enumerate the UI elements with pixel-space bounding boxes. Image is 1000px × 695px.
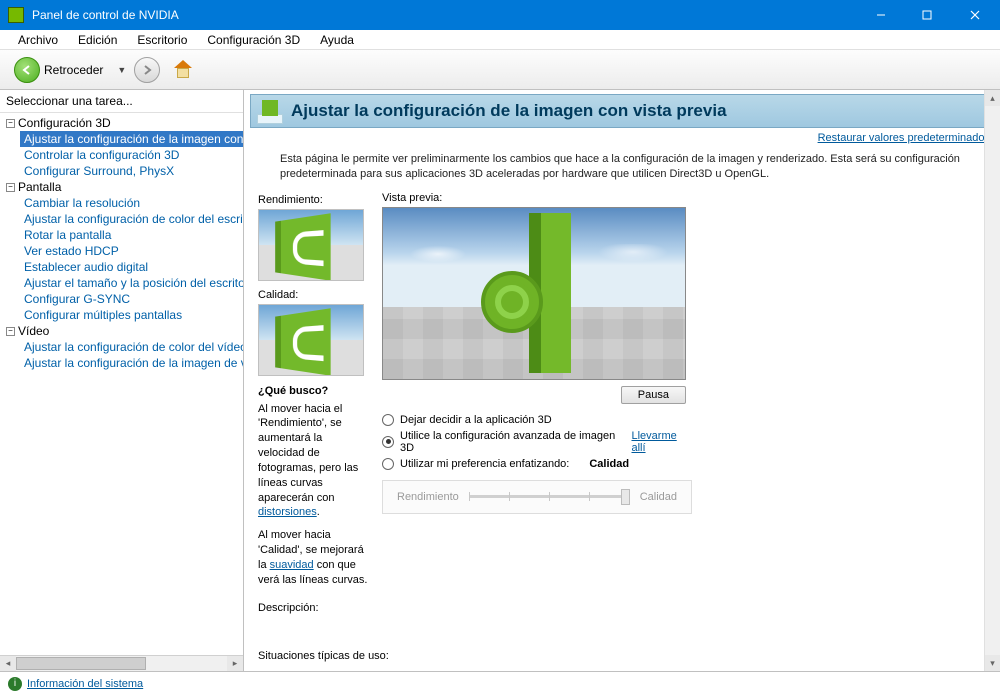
tree-item-adjust-image[interactable]: Ajustar la configuración de la imagen co… <box>20 131 243 147</box>
tree-group-3d: −Configuración 3D Ajustar la configuraci… <box>0 115 243 179</box>
window-controls <box>858 0 1000 30</box>
close-button[interactable] <box>950 0 1000 30</box>
tree-horizontal-scrollbar[interactable]: ◂ ▸ <box>0 655 243 671</box>
tree-item-audio[interactable]: Establecer audio digital <box>20 259 243 275</box>
emphasis-value: Calidad <box>589 458 629 470</box>
quality-slider: Rendimiento Calidad <box>382 480 692 514</box>
menu-archivo[interactable]: Archivo <box>8 31 68 49</box>
task-tree-pane: Seleccionar una tarea... −Configuración … <box>0 90 244 671</box>
tree-item-size-pos[interactable]: Ajustar el tamaño y la posición del escr… <box>20 275 243 291</box>
option-my-preference[interactable]: Utilizar mi preferencia enfatizando: Cal… <box>382 456 692 472</box>
collapse-icon[interactable]: − <box>6 119 15 128</box>
tree-group-video: −Vídeo Ajustar la configuración de color… <box>0 323 243 371</box>
menu-edicion[interactable]: Edición <box>68 31 127 49</box>
tree-group-display: −Pantalla Cambiar la resolución Ajustar … <box>0 179 243 323</box>
titlebar: Panel de control de NVIDIA <box>0 0 1000 30</box>
settings-body: Rendimiento: Calidad: ¿Qué busco? Al mov… <box>250 192 994 588</box>
radio-icon[interactable] <box>382 414 394 426</box>
description-section: Descripción: Situaciones típicas de uso: <box>250 588 994 662</box>
quality-label: Calidad: <box>258 289 368 301</box>
help-text: ¿Qué busco? Al mover hacia el 'Rendimien… <box>258 384 368 588</box>
scroll-track[interactable] <box>16 656 227 671</box>
scroll-thumb[interactable] <box>16 657 146 670</box>
tree-item-rotate[interactable]: Rotar la pantalla <box>20 227 243 243</box>
tree-group-title-display[interactable]: −Pantalla <box>6 179 243 195</box>
take-me-there-link[interactable]: Llevarme allí <box>631 430 692 454</box>
menu-ayuda[interactable]: Ayuda <box>310 31 364 49</box>
option-advanced-3d[interactable]: Utilice la configuración avanzada de ima… <box>382 428 692 456</box>
situations-label: Situaciones típicas de uso: <box>258 650 986 662</box>
content-area: Seleccionar una tarea... −Configuración … <box>0 90 1000 671</box>
help-paragraph-1: Al mover hacia el 'Rendimiento', se aume… <box>258 402 368 521</box>
info-icon: i <box>8 677 22 691</box>
page-title: Ajustar la configuración de la imagen co… <box>291 101 987 121</box>
home-icon <box>174 62 192 78</box>
slider-right-label: Calidad <box>640 491 677 503</box>
back-button[interactable]: Retroceder <box>8 55 109 85</box>
page-header: Ajustar la configuración de la imagen co… <box>250 94 994 128</box>
menubar: Archivo Edición Escritorio Configuración… <box>0 30 1000 50</box>
tree-item-hdcp[interactable]: Ver estado HDCP <box>20 243 243 259</box>
scroll-up-icon[interactable]: ▴ <box>985 90 1000 106</box>
tree-item-resolution[interactable]: Cambiar la resolución <box>20 195 243 211</box>
main-vertical-scrollbar[interactable]: ▴ ▾ <box>984 90 1000 671</box>
help-paragraph-2: Al mover hacia 'Calidad', se mejorará la… <box>258 528 368 587</box>
task-tree[interactable]: −Configuración 3D Ajustar la configuraci… <box>0 113 243 655</box>
slider-thumb[interactable] <box>621 489 630 505</box>
nvidia-app-icon <box>8 7 24 23</box>
slider-track[interactable] <box>469 495 630 498</box>
back-arrow-icon <box>14 57 40 83</box>
home-button[interactable] <box>170 57 196 83</box>
scroll-down-icon[interactable]: ▾ <box>985 655 1000 671</box>
preview-label: Vista previa: <box>382 192 986 204</box>
quality-thumbnail <box>258 304 364 376</box>
menu-escritorio[interactable]: Escritorio <box>127 31 197 49</box>
navigation-toolbar: Retroceder ▼ <box>0 50 1000 90</box>
system-info-link[interactable]: Información del sistema <box>27 678 143 690</box>
restore-defaults-link[interactable]: Restaurar valores predeterminados <box>250 130 994 146</box>
scroll-right-icon[interactable]: ▸ <box>227 656 243 671</box>
minimize-button[interactable] <box>858 0 904 30</box>
scroll-left-icon[interactable]: ◂ <box>0 656 16 671</box>
help-question: ¿Qué busco? <box>258 384 368 399</box>
tree-item-video-color[interactable]: Ajustar la configuración de color del ví… <box>20 339 243 355</box>
collapse-icon[interactable]: − <box>6 183 15 192</box>
description-label: Descripción: <box>258 602 986 614</box>
performance-label: Rendimiento: <box>258 194 368 206</box>
distortions-link[interactable]: distorsiones <box>258 506 317 518</box>
performance-thumbnail <box>258 209 364 281</box>
pause-button[interactable]: Pausa <box>621 386 686 404</box>
nvidia-logo-3d <box>481 213 581 373</box>
tree-item-multi-display[interactable]: Configurar múltiples pantallas <box>20 307 243 323</box>
image-settings-options: Dejar decidir a la aplicación 3D Utilice… <box>382 412 692 472</box>
left-column: Rendimiento: Calidad: ¿Qué busco? Al mov… <box>258 192 368 588</box>
collapse-icon[interactable]: − <box>6 327 15 336</box>
slider-left-label: Rendimiento <box>397 491 459 503</box>
tree-header: Seleccionar una tarea... <box>0 90 243 113</box>
preview-viewport <box>382 207 686 380</box>
back-label: Retroceder <box>44 63 103 77</box>
tree-group-title-3d[interactable]: −Configuración 3D <box>6 115 243 131</box>
tree-item-manage-3d[interactable]: Controlar la configuración 3D <box>20 147 243 163</box>
tree-item-video-image[interactable]: Ajustar la configuración de la imagen de… <box>20 355 243 371</box>
tree-item-surround-physx[interactable]: Configurar Surround, PhysX <box>20 163 243 179</box>
main-pane: Ajustar la configuración de la imagen co… <box>244 90 1000 671</box>
tree-item-desktop-color[interactable]: Ajustar la configuración de color del es… <box>20 211 243 227</box>
page-header-icon <box>257 98 283 124</box>
page-description: Esta página le permite ver preliminarmen… <box>250 146 994 192</box>
tree-item-gsync[interactable]: Configurar G-SYNC <box>20 291 243 307</box>
menu-config3d[interactable]: Configuración 3D <box>197 31 310 49</box>
back-history-dropdown[interactable]: ▼ <box>113 65 130 75</box>
middle-column: Vista previa: Pausa Dejar decidir a la a… <box>382 192 986 588</box>
smoothness-link[interactable]: suavidad <box>270 559 314 571</box>
maximize-button[interactable] <box>904 0 950 30</box>
statusbar: i Información del sistema <box>0 671 1000 695</box>
forward-button[interactable] <box>134 57 160 83</box>
option-let-app-decide[interactable]: Dejar decidir a la aplicación 3D <box>382 412 692 428</box>
radio-icon[interactable] <box>382 458 394 470</box>
scroll-track[interactable] <box>985 106 1000 655</box>
tree-group-title-video[interactable]: −Vídeo <box>6 323 243 339</box>
window-title: Panel de control de NVIDIA <box>32 8 858 22</box>
radio-icon[interactable] <box>382 436 394 448</box>
